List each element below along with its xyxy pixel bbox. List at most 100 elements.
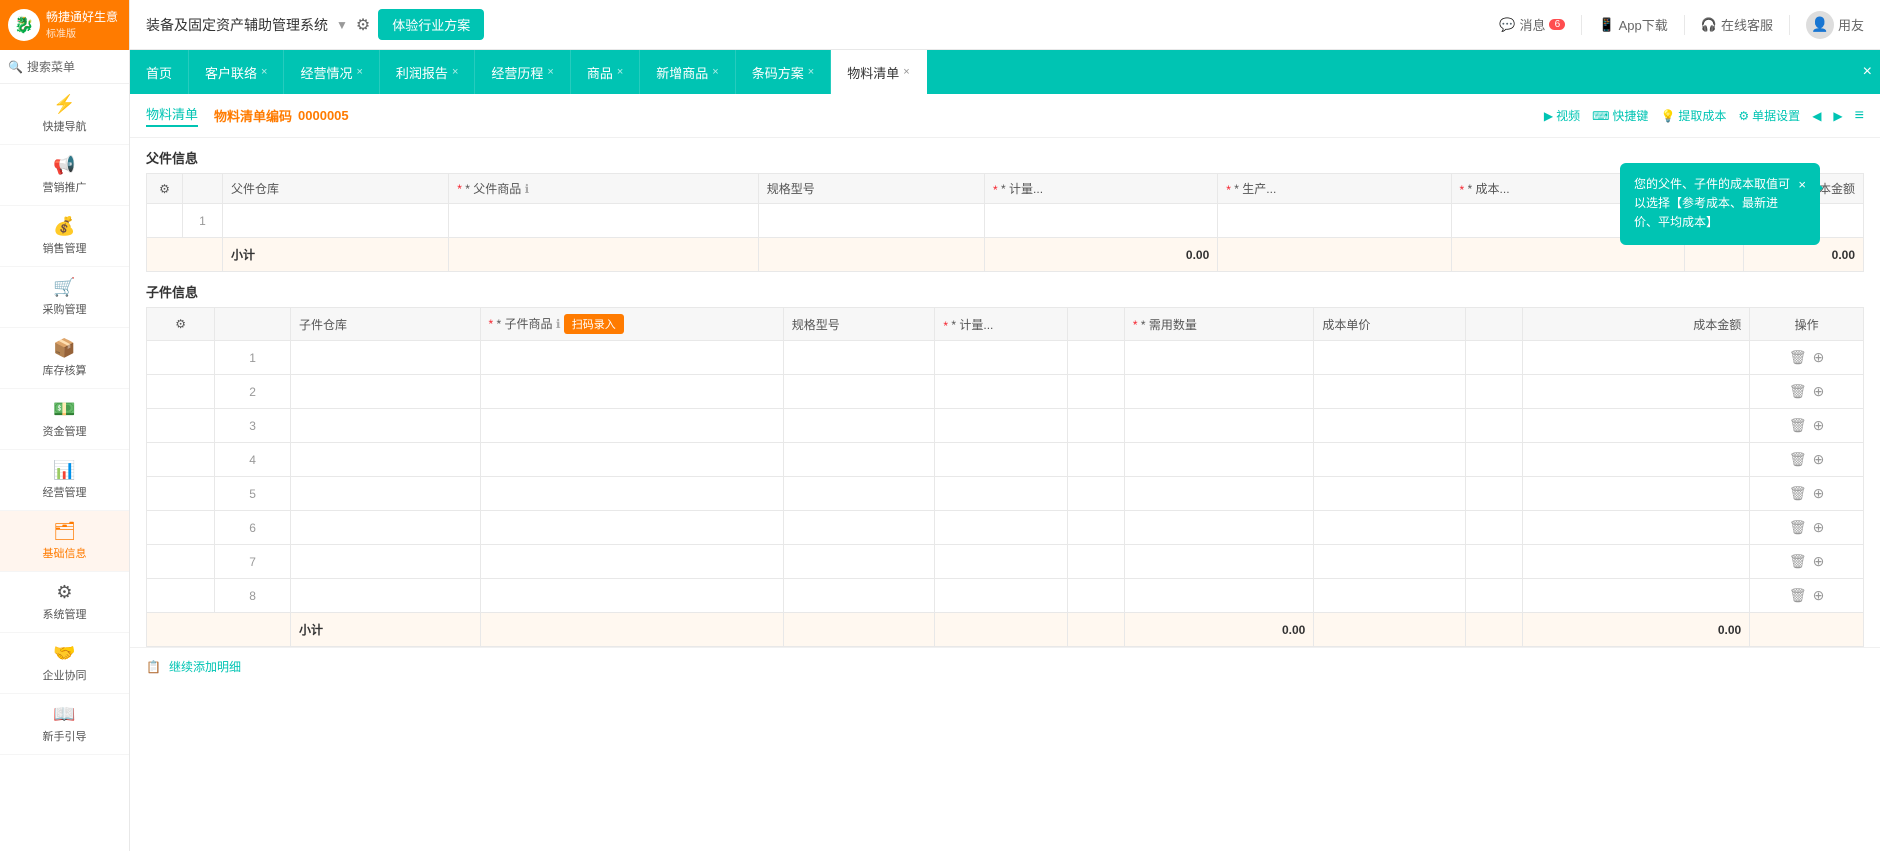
dropdown-arrow-icon[interactable]: ▼ bbox=[336, 18, 348, 32]
nav-next-icon[interactable]: ▶ bbox=[1833, 109, 1842, 123]
child-row6-warehouse[interactable] bbox=[291, 511, 481, 545]
nav-prev-icon[interactable]: ◀ bbox=[1812, 109, 1821, 123]
child-row2-spec[interactable] bbox=[783, 375, 935, 409]
tab-bom[interactable]: 物料清单 × bbox=[831, 50, 926, 94]
tab-customer[interactable]: 客户联络 × bbox=[189, 50, 284, 94]
tab-add-goods-close[interactable]: × bbox=[712, 66, 718, 78]
tab-history[interactable]: 经营历程 × bbox=[475, 50, 570, 94]
child-row7-warehouse[interactable] bbox=[291, 545, 481, 579]
delete-icon-row8[interactable]: 🗑 bbox=[1789, 587, 1807, 604]
sidebar-item-finance[interactable]: 💵 资金管理 bbox=[0, 389, 129, 450]
tab-history-close[interactable]: × bbox=[547, 66, 553, 78]
child-row6-spec[interactable] bbox=[783, 511, 935, 545]
parent-row1-product[interactable] bbox=[449, 204, 759, 238]
copy-icon-row4[interactable]: ⊕ bbox=[1813, 451, 1825, 468]
child-row8-product[interactable] bbox=[480, 579, 783, 613]
footer-add-row[interactable]: 📋 继续添加明细 bbox=[130, 647, 1880, 685]
single-settings-action[interactable]: ⚙ 单据设置 bbox=[1738, 107, 1800, 124]
copy-icon-row6[interactable]: ⊕ bbox=[1813, 519, 1825, 536]
child-row4-unit-cost[interactable] bbox=[1314, 443, 1466, 477]
tab-operations-status[interactable]: 经营情况 × bbox=[284, 50, 379, 94]
scan-btn[interactable]: 扫码录入 bbox=[564, 314, 624, 334]
child-row2-product[interactable] bbox=[480, 375, 783, 409]
copy-icon-row7[interactable]: ⊕ bbox=[1813, 553, 1825, 570]
child-row3-unit-cost[interactable] bbox=[1314, 409, 1466, 443]
child-row1-unit[interactable] bbox=[935, 341, 1068, 375]
child-row6-qty[interactable] bbox=[1124, 511, 1314, 545]
tab-profit[interactable]: 利润报告 × bbox=[380, 50, 475, 94]
tab-customer-close[interactable]: × bbox=[261, 66, 267, 78]
user-item[interactable]: 👤 用友 bbox=[1806, 11, 1864, 39]
shortcut-action[interactable]: ⌨ 快捷键 bbox=[1592, 107, 1648, 124]
sidebar-item-quick-nav[interactable]: ⚡ 快捷导航 bbox=[0, 84, 129, 145]
child-row6-product[interactable] bbox=[480, 511, 783, 545]
app-download-item[interactable]: 📱 App下载 bbox=[1598, 15, 1667, 34]
child-row5-unit-cost[interactable] bbox=[1314, 477, 1466, 511]
message-item[interactable]: 💬 消息 6 bbox=[1499, 15, 1565, 34]
tab-profit-close[interactable]: × bbox=[452, 66, 458, 78]
tab-barcode-close[interactable]: × bbox=[808, 66, 814, 78]
delete-icon-row6[interactable]: 🗑 bbox=[1789, 519, 1807, 536]
sidebar-item-basic-info[interactable]: 🗂 基础信息 bbox=[0, 511, 129, 572]
child-row3-qty[interactable] bbox=[1124, 409, 1314, 443]
delete-icon-row7[interactable]: 🗑 bbox=[1789, 553, 1807, 570]
delete-icon-row2[interactable]: 🗑 bbox=[1789, 383, 1807, 400]
child-row6-unit[interactable] bbox=[935, 511, 1068, 545]
child-row4-unit[interactable] bbox=[935, 443, 1068, 477]
sidebar-item-sales[interactable]: 💰 销售管理 bbox=[0, 206, 129, 267]
sidebar-item-inventory[interactable]: 📦 库存核算 bbox=[0, 328, 129, 389]
child-row1-unit-cost[interactable] bbox=[1314, 341, 1466, 375]
sidebar-item-guide[interactable]: 📖 新手引导 bbox=[0, 694, 129, 755]
menu-icon[interactable]: ≡ bbox=[1855, 107, 1864, 125]
child-row3-warehouse[interactable] bbox=[291, 409, 481, 443]
video-action[interactable]: ▶ 视频 bbox=[1544, 107, 1580, 124]
parent-row1-spec[interactable] bbox=[758, 204, 984, 238]
copy-icon-row5[interactable]: ⊕ bbox=[1813, 485, 1825, 502]
trial-btn[interactable]: 体验行业方案 bbox=[378, 9, 484, 40]
child-row8-unit[interactable] bbox=[935, 579, 1068, 613]
tab-add-goods[interactable]: 新增商品 × bbox=[640, 50, 735, 94]
delete-icon-row4[interactable]: 🗑 bbox=[1789, 451, 1807, 468]
child-row4-warehouse[interactable] bbox=[291, 443, 481, 477]
copy-icon-row3[interactable]: ⊕ bbox=[1813, 417, 1825, 434]
child-row5-spec[interactable] bbox=[783, 477, 935, 511]
tab-bom-close[interactable]: × bbox=[903, 66, 909, 78]
child-row1-product[interactable] bbox=[480, 341, 783, 375]
child-row3-unit[interactable] bbox=[935, 409, 1068, 443]
sidebar-item-system[interactable]: ⚙ 系统管理 bbox=[0, 572, 129, 633]
child-row8-spec[interactable] bbox=[783, 579, 935, 613]
child-row2-qty[interactable] bbox=[1124, 375, 1314, 409]
delete-icon-row5[interactable]: 🗑 bbox=[1789, 485, 1807, 502]
tab-close-all[interactable]: × bbox=[1855, 63, 1880, 81]
child-row1-qty[interactable] bbox=[1124, 341, 1314, 375]
child-row4-product[interactable] bbox=[480, 443, 783, 477]
child-row8-qty[interactable] bbox=[1124, 579, 1314, 613]
child-row6-unit-cost[interactable] bbox=[1314, 511, 1466, 545]
copy-icon-row8[interactable]: ⊕ bbox=[1813, 587, 1825, 604]
child-row1-spec[interactable] bbox=[783, 341, 935, 375]
sidebar-item-enterprise[interactable]: 🤝 企业协同 bbox=[0, 633, 129, 694]
child-row8-warehouse[interactable] bbox=[291, 579, 481, 613]
child-row8-unit-cost[interactable] bbox=[1314, 579, 1466, 613]
child-row4-spec[interactable] bbox=[783, 443, 935, 477]
parent-row1-production[interactable] bbox=[1218, 204, 1451, 238]
child-row5-unit[interactable] bbox=[935, 477, 1068, 511]
child-row3-spec[interactable] bbox=[783, 409, 935, 443]
tab-operations-status-close[interactable]: × bbox=[356, 66, 362, 78]
child-row7-unit[interactable] bbox=[935, 545, 1068, 579]
child-row7-qty[interactable] bbox=[1124, 545, 1314, 579]
child-row7-spec[interactable] bbox=[783, 545, 935, 579]
child-row7-product[interactable] bbox=[480, 545, 783, 579]
delete-icon-row3[interactable]: 🗑 bbox=[1789, 417, 1807, 434]
sub-tab-bom[interactable]: 物料清单 bbox=[146, 104, 198, 127]
sidebar-item-marketing[interactable]: 📢 营销推广 bbox=[0, 145, 129, 206]
sidebar-item-purchase[interactable]: 🛒 采购管理 bbox=[0, 267, 129, 328]
child-row2-unit-cost[interactable] bbox=[1314, 375, 1466, 409]
settings-icon[interactable]: ⚙ bbox=[356, 15, 370, 35]
child-row5-warehouse[interactable] bbox=[291, 477, 481, 511]
copy-icon-row2[interactable]: ⊕ bbox=[1813, 383, 1825, 400]
child-row4-qty[interactable] bbox=[1124, 443, 1314, 477]
parent-row1-warehouse[interactable] bbox=[223, 204, 449, 238]
tooltip-close-btn[interactable]: × bbox=[1798, 175, 1806, 196]
delete-icon-row1[interactable]: 🗑 bbox=[1789, 349, 1807, 366]
